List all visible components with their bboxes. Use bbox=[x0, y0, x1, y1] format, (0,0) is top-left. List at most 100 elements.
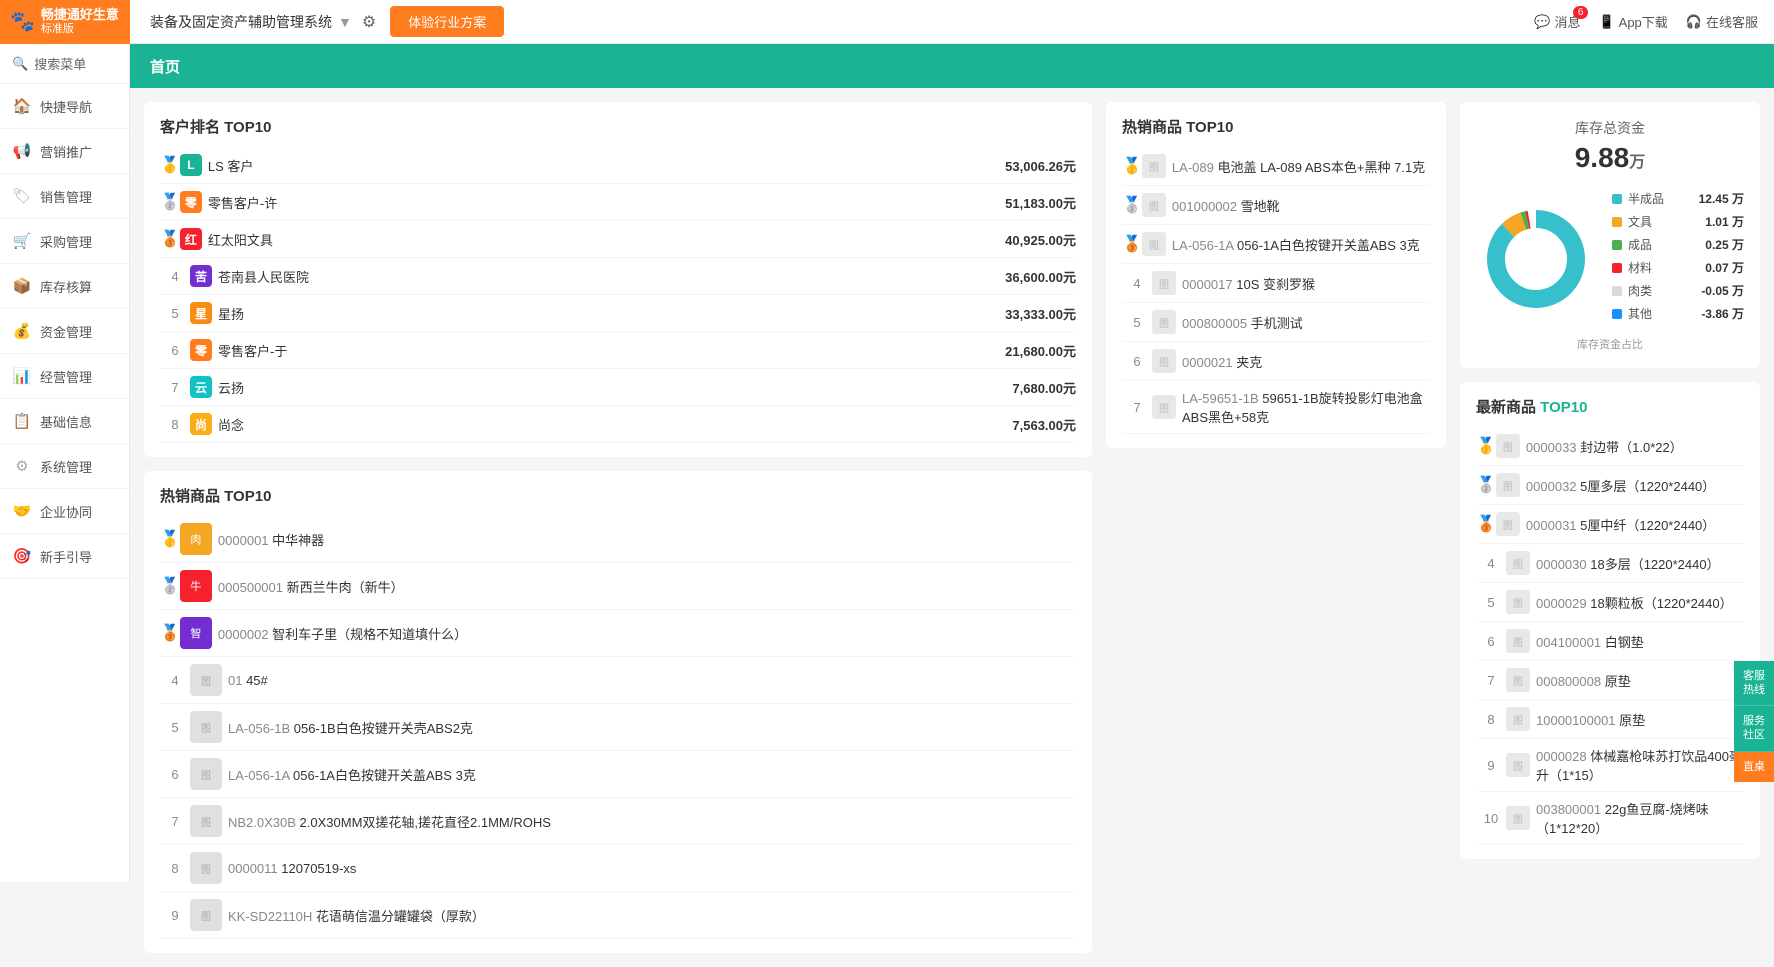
customer-avatar: 尚 bbox=[190, 413, 212, 435]
product-icon: 图 bbox=[1142, 154, 1166, 178]
sidebar-item-sales[interactable]: 🏷 销售管理 bbox=[0, 174, 129, 219]
customer-avatar: 云 bbox=[190, 376, 212, 398]
online-service-btn[interactable]: 🎧 在线客服 bbox=[1686, 12, 1758, 31]
message-badge: 6 bbox=[1573, 6, 1589, 19]
product-info: 003800001 22g鱼豆腐-烧烤味（1*12*20） bbox=[1536, 799, 1744, 837]
gold-medal-icon: 🥇 bbox=[160, 155, 180, 175]
logo-icon: 🐾 bbox=[10, 9, 35, 34]
customer-amount: 7,680.00元 bbox=[1012, 378, 1076, 397]
sidebar-item-marketing[interactable]: 📢 营销推广 bbox=[0, 129, 129, 174]
rank-number: 5 bbox=[1476, 595, 1506, 610]
customer-name: 红太阳文具 bbox=[208, 230, 1005, 249]
rank-number: 6 bbox=[160, 767, 190, 782]
rank-number: 5 bbox=[160, 720, 190, 735]
sidebar-item-quick-nav[interactable]: 🏠 快捷导航 bbox=[0, 84, 129, 129]
product-icon: 图 bbox=[1506, 668, 1530, 692]
legend-name: 肉类 bbox=[1628, 282, 1695, 299]
trial-button[interactable]: 体验行业方案 bbox=[390, 6, 504, 37]
sidebar-item-operation[interactable]: 📊 经营管理 bbox=[0, 354, 129, 399]
product-icon: 图 bbox=[1496, 512, 1520, 536]
handshake-icon: 🤝 bbox=[12, 501, 32, 521]
new-products-header: 最新商品 TOP10 bbox=[1476, 396, 1744, 417]
table-row: 7 图 NB2.0X30B 2.0X30MM双搓花轴,搓花直径2.1MM/ROH… bbox=[160, 798, 1076, 845]
rank-number: 5 bbox=[160, 306, 190, 321]
product-info: 000800005 手机测试 bbox=[1182, 313, 1430, 332]
customer-amount: 36,600.00元 bbox=[1005, 267, 1076, 286]
rank-number: 7 bbox=[1476, 673, 1506, 688]
table-row: 5 图 0000029 18颗粒板（1220*2440） bbox=[1476, 583, 1744, 622]
customer-name: 尚念 bbox=[218, 415, 1012, 434]
app-download-label: App下载 bbox=[1619, 12, 1668, 31]
customer-ranking-table: 🥇 L LS 客户 53,006.26元 🥈 零 零售客户-许 51,183.0… bbox=[160, 147, 1076, 443]
product-icon: 图 bbox=[1506, 806, 1530, 830]
product-thumbnail: 图 bbox=[190, 758, 222, 790]
legend-dot bbox=[1612, 194, 1622, 204]
product-icon: 图 bbox=[1152, 395, 1176, 419]
middle-panel: 热销商品 TOP10 🥇 图 LA-089 电池盖 LA-089 ABS本色+黑… bbox=[1106, 102, 1446, 953]
sidebar-item-system[interactable]: ⚙ 系统管理 bbox=[0, 444, 129, 489]
desk-button[interactable]: 直桌 bbox=[1734, 752, 1774, 782]
search-menu-item[interactable]: 🔍 搜索菜单 bbox=[0, 44, 129, 84]
dropdown-arrow-icon: ▼ bbox=[338, 14, 352, 30]
service-hotline-button[interactable]: 客服热线 bbox=[1734, 661, 1774, 707]
sidebar-item-basic[interactable]: 📋 基础信息 bbox=[0, 399, 129, 444]
settings-icon[interactable]: ⚙ bbox=[362, 12, 376, 32]
sidebar-item-label: 新手引导 bbox=[40, 547, 92, 566]
legend-item: 其他 -3.86 万 bbox=[1612, 305, 1744, 322]
legend-item: 半成品 12.45 万 bbox=[1612, 190, 1744, 207]
sidebar-item-inventory[interactable]: 📦 库存核算 bbox=[0, 264, 129, 309]
hot-products-card: 热销商品 TOP10 🥇 肉 0000001 中华神器 🥈 牛 00050000… bbox=[144, 471, 1092, 953]
sidebar-item-label: 经营管理 bbox=[40, 367, 92, 386]
sidebar-item-label: 基础信息 bbox=[40, 412, 92, 431]
topbar: 🐾 畅捷通好生意 标准版 装备及固定资产辅助管理系统 ▼ ⚙ 体验行业方案 💬 … bbox=[0, 0, 1774, 44]
silver-medal-icon: 🥈 bbox=[1476, 475, 1496, 495]
product-icon: 图 bbox=[1152, 310, 1176, 334]
sidebar-item-enterprise[interactable]: 🤝 企业协同 bbox=[0, 489, 129, 534]
service-community-button[interactable]: 服务社区 bbox=[1734, 706, 1774, 752]
customer-ranking-title: 客户排名 TOP10 bbox=[160, 116, 271, 137]
app-download-btn[interactable]: 📱 App下载 bbox=[1598, 12, 1667, 31]
table-row: 🥈 零 零售客户-许 51,183.00元 bbox=[160, 184, 1076, 221]
message-btn[interactable]: 💬 消息 6 bbox=[1534, 12, 1580, 31]
customer-name: 零售客户-许 bbox=[208, 193, 1005, 212]
system-name[interactable]: 装备及固定资产辅助管理系统 ▼ bbox=[150, 12, 352, 32]
search-menu-label: 搜索菜单 bbox=[34, 54, 86, 73]
legend-name: 文具 bbox=[1628, 213, 1699, 230]
product-info: 0000011 12070519-xs bbox=[228, 861, 1076, 876]
sidebar-item-label: 快捷导航 bbox=[40, 97, 92, 116]
product-thumbnail: 图 bbox=[190, 899, 222, 931]
product-icon: 图 bbox=[1506, 551, 1530, 575]
table-row: 🥈 牛 000500001 新西兰牛肉（新牛） bbox=[160, 563, 1076, 610]
customer-amount: 53,006.26元 bbox=[1005, 156, 1076, 175]
target-icon: 🎯 bbox=[12, 546, 32, 566]
main-content: 首页 客户排名 TOP10 🥇 L LS 客户 53,006.26元 bbox=[130, 44, 1774, 967]
sidebar-item-purchase[interactable]: 🛒 采购管理 bbox=[0, 219, 129, 264]
sidebar-item-guide[interactable]: 🎯 新手引导 bbox=[0, 534, 129, 579]
legend-dot bbox=[1612, 286, 1622, 296]
customer-name: 云扬 bbox=[218, 378, 1012, 397]
table-row: 9 图 0000028 体械嘉枪味苏打饮品400毫升（1*15） bbox=[1476, 739, 1744, 792]
product-icon: 图 bbox=[1506, 629, 1530, 653]
product-info: 0000021 夹克 bbox=[1182, 352, 1430, 371]
table-row: 6 零 零售客户-于 21,680.00元 bbox=[160, 332, 1076, 369]
product-info: 01 45# bbox=[228, 673, 1076, 688]
table-row: 🥇 图 0000033 封边带（1.0*22） bbox=[1476, 427, 1744, 466]
product-info: 0000028 体械嘉枪味苏打饮品400毫升（1*15） bbox=[1536, 746, 1744, 784]
table-row: 10 图 003800001 22g鱼豆腐-烧烤味（1*12*20） bbox=[1476, 792, 1744, 845]
table-row: 8 图 10000100001 原垫 bbox=[1476, 700, 1744, 739]
logo-sub: 标准版 bbox=[41, 23, 119, 36]
inventory-card: 库存总资金 9.88万 bbox=[1460, 102, 1760, 368]
hot-products-middle-title: 热销商品 TOP10 bbox=[1122, 116, 1233, 137]
product-thumbnail: 图 bbox=[190, 664, 222, 696]
table-row: 🥉 图 LA-056-1A 056-1A白色按键开关盖ABS 3克 bbox=[1122, 225, 1430, 264]
product-info: LA-089 电池盖 LA-089 ABS本色+黑种 7.1克 bbox=[1172, 157, 1430, 176]
sidebar-item-label: 营销推广 bbox=[40, 142, 92, 161]
logo-name: 畅捷通好生意 bbox=[41, 7, 119, 23]
product-thumbnail: 图 bbox=[190, 852, 222, 884]
sidebar: 🔍 搜索菜单 🏠 快捷导航 📢 营销推广 🏷 销售管理 🛒 采购管理 📦 库存核… bbox=[0, 44, 130, 882]
phone-icon: 📱 bbox=[1598, 14, 1614, 30]
product-info: 0000031 5厘中纤（1220*2440） bbox=[1526, 515, 1744, 534]
sidebar-item-finance[interactable]: 💰 资金管理 bbox=[0, 309, 129, 354]
rank-number: 8 bbox=[1476, 712, 1506, 727]
legend-name: 材料 bbox=[1628, 259, 1699, 276]
